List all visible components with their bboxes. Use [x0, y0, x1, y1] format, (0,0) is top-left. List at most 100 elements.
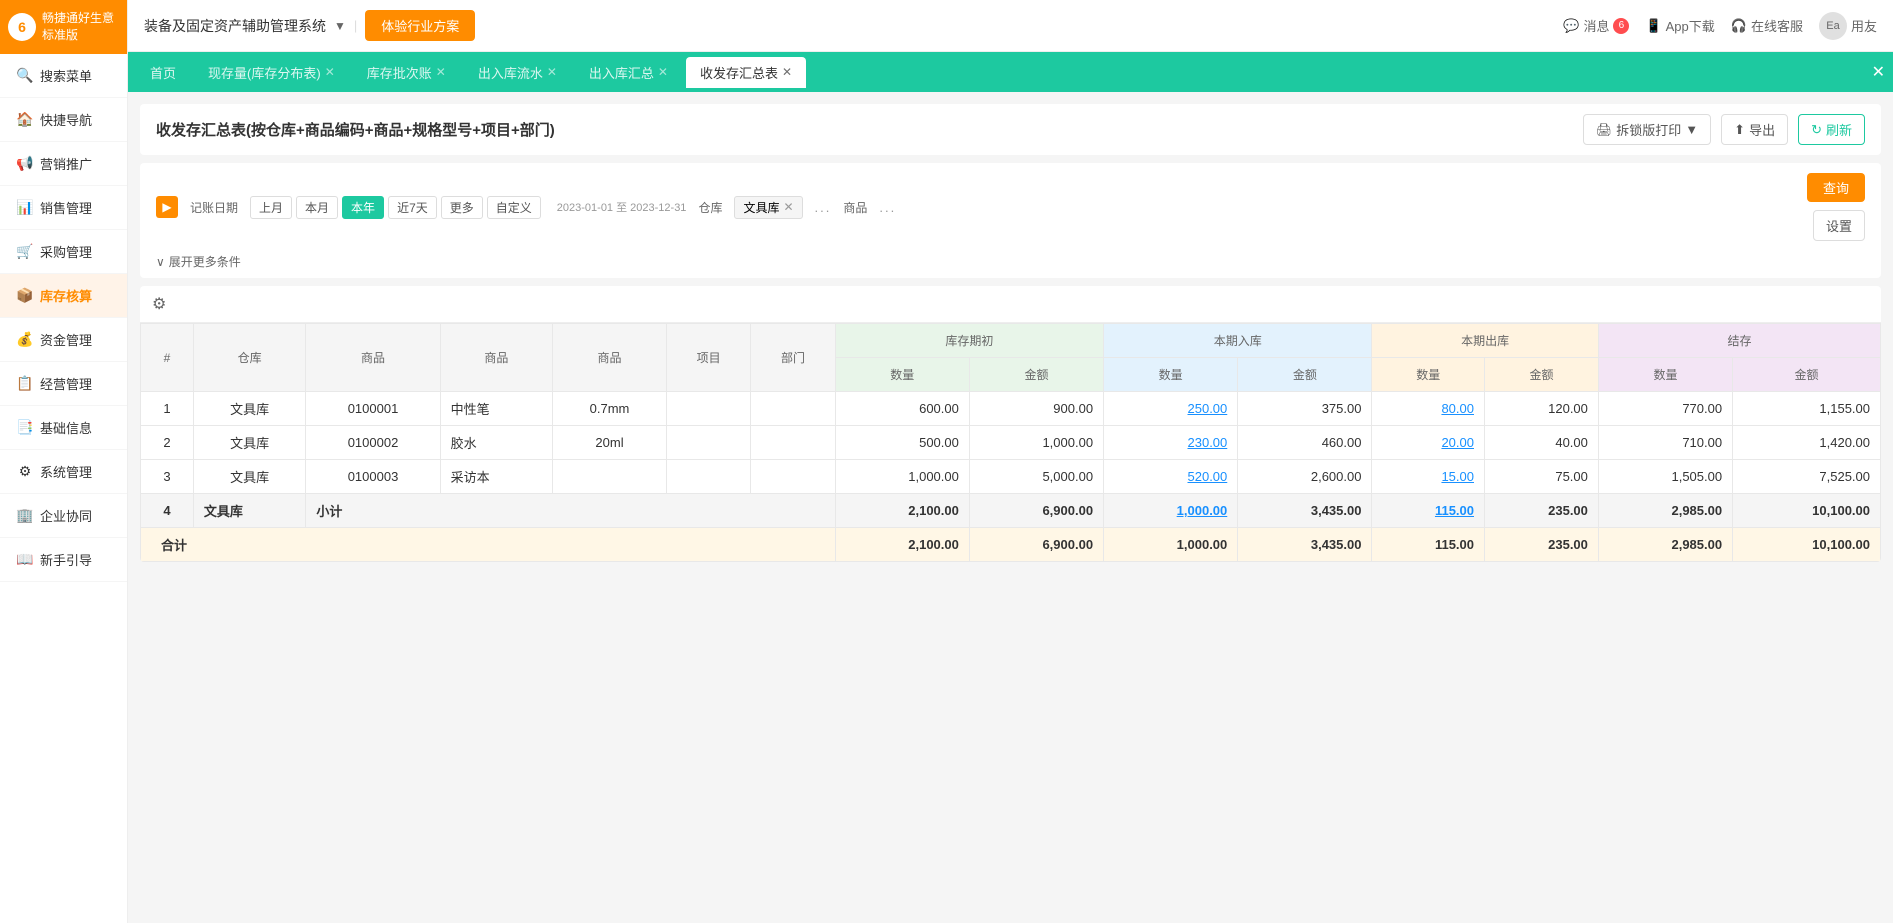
date-btn-更多[interactable]: 更多	[441, 196, 483, 219]
sidebar-item-purchase[interactable]: 🛒 采购管理	[0, 230, 127, 274]
total-label: 合计	[141, 528, 836, 562]
header-left: 装备及固定资产辅助管理系统 ▼ | 体验行业方案	[144, 10, 475, 41]
date-btn-近7天[interactable]: 近7天	[388, 196, 437, 219]
col-in-qty: 数量	[1104, 358, 1238, 392]
cell-name: 采访本	[440, 460, 552, 494]
subtotal-row: 4 文具库 小计 2,100.00 6,900.00 1,000.00 3,43…	[141, 494, 1881, 528]
tab-inventory-dist[interactable]: 现存量(库存分布表) ✕	[194, 57, 349, 88]
col-bal-qty: 数量	[1598, 358, 1732, 392]
col-open-amt: 金额	[969, 358, 1103, 392]
col-bal-amt: 金额	[1733, 358, 1881, 392]
sidebar-item-quick-nav[interactable]: 🏠 快捷导航	[0, 98, 127, 142]
subtotal-label: 小计	[306, 494, 835, 528]
date-btn-自定义[interactable]: 自定义	[487, 196, 541, 219]
column-settings-icon[interactable]: ⚙	[152, 294, 166, 314]
date-btn-本年[interactable]: 本年	[342, 196, 384, 219]
total-row: 合计 2,100.00 6,900.00 1,000.00 3,435.00 1…	[141, 528, 1881, 562]
cell-name: 胶水	[440, 426, 552, 460]
sidebar-logo: 6 畅捷通好生意 标准版	[0, 0, 127, 54]
tab-close-recv-summary[interactable]: ✕	[782, 65, 792, 79]
online-service-action[interactable]: 🎧 在线客服	[1731, 16, 1803, 35]
message-badge: 6	[1613, 18, 1629, 34]
tab-recv-summary[interactable]: 收发存汇总表✕	[686, 57, 806, 88]
sidebar-icon-purchase: 🛒	[16, 243, 34, 260]
export-btn[interactable]: ⬆ 导出	[1721, 114, 1788, 145]
try-btn[interactable]: 体验行业方案	[365, 10, 475, 41]
tab-inout-summary[interactable]: 出入库汇总✕	[575, 57, 682, 88]
col-goods-code: 商品	[306, 324, 440, 392]
sidebar-icon-enterprise: 🏢	[16, 507, 34, 524]
system-dropdown[interactable]: ▼	[334, 19, 346, 33]
tab-close-inout-flow[interactable]: ✕	[547, 65, 557, 79]
filter-card: ▶ 记账日期 上月本月本年近7天更多自定义 2023-01-01 至 2023-…	[140, 163, 1881, 278]
tab-inout-flow[interactable]: 出入库流水✕	[464, 57, 571, 88]
warehouse-filter-tag[interactable]: 文具库 ✕	[734, 196, 802, 219]
cell-in-qty[interactable]: 520.00	[1104, 460, 1238, 494]
sidebar-item-enterprise[interactable]: 🏢 企业协同	[0, 494, 127, 538]
sidebar-icon-system: ⚙	[16, 463, 34, 480]
expand-btn[interactable]: ∨ 展开更多条件	[156, 249, 1865, 274]
sidebar-icon-quick-nav: 🏠	[16, 111, 34, 128]
date-btn-上月[interactable]: 上月	[250, 196, 292, 219]
date-btn-本月[interactable]: 本月	[296, 196, 338, 219]
cell-spec	[553, 460, 667, 494]
sidebar-item-inventory[interactable]: 📦库存核算	[0, 274, 127, 318]
cell-out-amt: 75.00	[1485, 460, 1599, 494]
sidebar-item-marketing[interactable]: 📢营销推广	[0, 142, 127, 186]
warehouse-more[interactable]: ...	[815, 200, 832, 215]
sidebar-item-guide[interactable]: 📖新手引导	[0, 538, 127, 582]
sidebar-item-sales[interactable]: 📊销售管理	[0, 186, 127, 230]
cell-out-qty[interactable]: 15.00	[1372, 460, 1485, 494]
cell-out-qty[interactable]: 80.00	[1372, 392, 1485, 426]
data-table: # 仓库 商品 商品 商品 项目 部门 库存期初 本期入库 本期出库 结存 数量	[140, 323, 1881, 562]
filter-row: ▶ 记账日期 上月本月本年近7天更多自定义 2023-01-01 至 2023-…	[156, 173, 1865, 249]
sidebar-item-finance[interactable]: 💰资金管理	[0, 318, 127, 362]
sidebar-label-enterprise: 企业协同	[40, 506, 92, 525]
table-row: 1 文具库 0100001 中性笔 0.7mm 600.00 900.00 25…	[141, 392, 1881, 426]
goods-more[interactable]: ...	[879, 200, 896, 215]
tab-close-batch[interactable]: ✕	[436, 65, 446, 79]
subtotal-bal-amt: 10,100.00	[1733, 494, 1881, 528]
subtotal-open-qty: 2,100.00	[835, 494, 969, 528]
sidebar-item-search[interactable]: 🔍搜索菜单	[0, 54, 127, 98]
cell-seq: 3	[141, 460, 194, 494]
sidebar-item-operations[interactable]: 📋 经营管理	[0, 362, 127, 406]
sidebar-label-purchase: 采购管理	[40, 242, 92, 261]
header-right: 💬 消息 6 📱 App下载 🎧 在线客服 Ea 用友	[1563, 12, 1877, 40]
tab-close-inout-summary[interactable]: ✕	[658, 65, 668, 79]
cell-out-qty[interactable]: 20.00	[1372, 426, 1485, 460]
refresh-btn[interactable]: ↻ 刷新	[1798, 114, 1865, 145]
total-in-amt: 3,435.00	[1238, 528, 1372, 562]
cell-in-qty[interactable]: 250.00	[1104, 392, 1238, 426]
sidebar-icon-operations: 📋	[16, 375, 34, 392]
tab-bar-close[interactable]: ✕	[1872, 62, 1885, 82]
message-action[interactable]: 💬 消息 6	[1563, 16, 1629, 35]
sidebar-icon-guide: 📖	[16, 551, 34, 568]
filter-toggle-btn[interactable]: ▶	[156, 196, 178, 218]
date-label: 记账日期	[190, 199, 238, 216]
query-btn[interactable]: 查询	[1807, 173, 1865, 202]
subtotal-out-qty[interactable]: 115.00	[1372, 494, 1485, 528]
total-out-qty: 115.00	[1372, 528, 1485, 562]
cell-in-qty[interactable]: 230.00	[1104, 426, 1238, 460]
tab-batch[interactable]: 库存批次账✕	[353, 57, 460, 88]
subtotal-in-qty[interactable]: 1,000.00	[1104, 494, 1238, 528]
avatar: Ea	[1819, 12, 1847, 40]
system-title: 装备及固定资产辅助管理系统	[144, 16, 326, 36]
sidebar-label-quick-nav: 快捷导航	[40, 110, 92, 129]
tab-home[interactable]: 首页	[136, 57, 190, 88]
tab-label-inventory-dist: 现存量(库存分布表)	[208, 63, 321, 82]
subtotal-out-amt: 235.00	[1485, 494, 1599, 528]
sidebar-item-basic-info[interactable]: 📑基础信息	[0, 406, 127, 450]
page-title-bar: 收发存汇总表(按仓库+商品编码+商品+规格型号+项目+部门) 🖨 拆锁版打印 ▼…	[140, 104, 1881, 155]
tab-close-inventory-dist[interactable]: ✕	[325, 65, 335, 79]
set-btn[interactable]: 设置	[1813, 210, 1865, 241]
sidebar-item-system[interactable]: ⚙系统管理	[0, 450, 127, 494]
warehouse-tag-close[interactable]: ✕	[783, 200, 793, 214]
cell-project	[666, 392, 750, 426]
app-download-action[interactable]: 📱 App下载	[1645, 16, 1714, 35]
sidebar-label-operations: 经营管理	[40, 374, 92, 393]
user-action[interactable]: Ea 用友	[1819, 12, 1877, 40]
print-btn[interactable]: 🖨 拆锁版打印 ▼	[1583, 114, 1711, 145]
sidebar-icon-sales: 📊	[16, 199, 34, 216]
